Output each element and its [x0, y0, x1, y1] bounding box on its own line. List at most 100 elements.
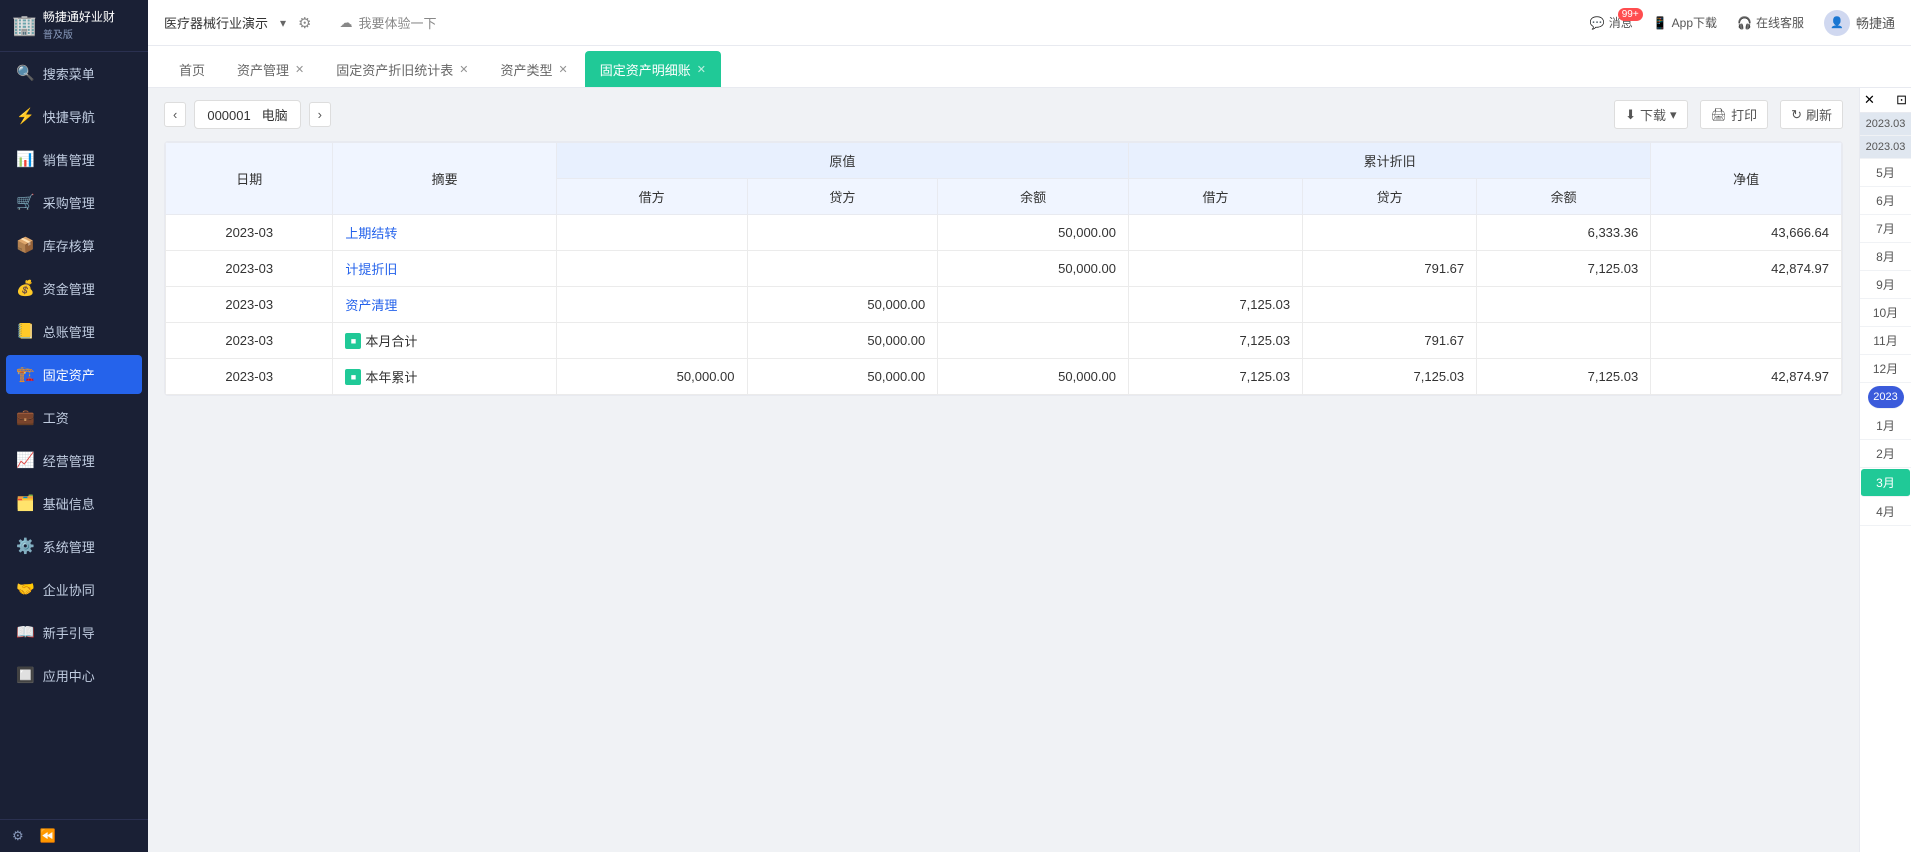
- sidebar-item-cooperation[interactable]: 🤝 企业协同: [0, 568, 148, 611]
- quick-nav-icon: ⚡: [16, 107, 35, 125]
- cell-date: 2023-03: [166, 323, 333, 359]
- sidebar-item-operations[interactable]: 📈 经营管理: [0, 439, 148, 482]
- prev-months: 5月6月7月8月9月10月11月12月: [1860, 159, 1911, 383]
- download-btn[interactable]: 📱 App下载: [1653, 14, 1717, 31]
- time-item-10月[interactable]: 10月: [1860, 299, 1911, 327]
- tab-close-icon[interactable]: ✕: [697, 63, 706, 76]
- ledger-icon: 📒: [16, 322, 35, 340]
- panel-close-icon[interactable]: ✕: [1864, 92, 1875, 108]
- sidebar-nav: 🔍 搜索菜单 ⚡ 快捷导航 📊 销售管理 🛒 采购管理 📦 库存核算 💰 资金管…: [0, 52, 148, 819]
- time-item-5月[interactable]: 5月: [1860, 159, 1911, 187]
- year-header-1: 2023.03: [1860, 113, 1911, 136]
- tab-label: 首页: [179, 60, 205, 79]
- sidebar-item-purchase[interactable]: 🛒 采购管理: [0, 181, 148, 224]
- table-row: 2023-03 ■ 本年累计 50,000.00 50,000.00 50,00…: [166, 359, 1842, 395]
- time-item-8月[interactable]: 8月: [1860, 243, 1911, 271]
- year-active-badge[interactable]: 2023: [1868, 386, 1904, 409]
- message-btn[interactable]: 💬 消息 99+: [1590, 14, 1633, 31]
- cell-acc-balance: [1477, 323, 1651, 359]
- toolbar-right-actions: ⬇ 下载 ▾ 🖨 打印 ↻ 刷新: [1614, 100, 1843, 129]
- tab-close-icon[interactable]: ✕: [559, 63, 568, 76]
- time-item-9月[interactable]: 9月: [1860, 271, 1911, 299]
- experience-btn[interactable]: ☁ 我要体验一下: [340, 13, 437, 32]
- cell-acc-credit: [1303, 287, 1477, 323]
- fixed-assets-icon: 🏗️: [16, 365, 35, 383]
- cell-acc-balance: 7,125.03: [1477, 251, 1651, 287]
- company-dropdown-icon[interactable]: ▾: [280, 16, 286, 30]
- prev-arrow-btn[interactable]: ‹: [164, 102, 186, 127]
- cell-acc-debit: 7,125.03: [1128, 287, 1302, 323]
- sidebar-item-label: 库存核算: [43, 236, 95, 255]
- sidebar-item-app-center[interactable]: 🔲 应用中心: [0, 654, 148, 697]
- cell-summary[interactable]: 上期结转: [333, 215, 556, 251]
- sidebar-item-capital[interactable]: 💰 资金管理: [0, 267, 148, 310]
- summary-icon: ■: [345, 369, 361, 385]
- sidebar-item-guide[interactable]: 📖 新手引导: [0, 611, 148, 654]
- sidebar-item-payroll[interactable]: 💼 工资: [0, 396, 148, 439]
- tab-asset-detail[interactable]: 固定资产明细账✕: [585, 51, 721, 87]
- sidebar-item-search[interactable]: 🔍 搜索菜单: [0, 52, 148, 95]
- cell-summary-text[interactable]: 资产清理: [345, 298, 397, 313]
- settings-gear-icon[interactable]: ⚙: [298, 14, 311, 32]
- panel-expand-icon[interactable]: ⊡: [1896, 92, 1907, 108]
- time-item-12月[interactable]: 12月: [1860, 355, 1911, 383]
- col-date: 日期: [166, 143, 333, 215]
- user-avatar: 👤: [1824, 10, 1850, 36]
- time-item-6月[interactable]: 6月: [1860, 187, 1911, 215]
- cell-acc-balance: 6,333.36: [1477, 215, 1651, 251]
- sidebar-item-basic-info[interactable]: 🗂️ 基础信息: [0, 482, 148, 525]
- sidebar-item-system[interactable]: ⚙️ 系统管理: [0, 525, 148, 568]
- service-icon: 🎧: [1737, 16, 1752, 30]
- time-item-7月[interactable]: 7月: [1860, 215, 1911, 243]
- refresh-label: 刷新: [1806, 105, 1832, 124]
- tab-close-icon[interactable]: ✕: [295, 63, 304, 76]
- tab-depreciation-stat[interactable]: 固定资产折旧统计表✕: [321, 51, 483, 87]
- sidebar-item-inventory[interactable]: 📦 库存核算: [0, 224, 148, 267]
- settings-icon[interactable]: ⚙: [12, 828, 24, 844]
- main-area: 医疗器械行业演示 ▾ ⚙ ☁ 我要体验一下 💬 消息 99+ 📱 App下载 🎧: [148, 0, 1911, 852]
- time-item-curr-1月[interactable]: 1月: [1860, 412, 1911, 440]
- tab-asset-type[interactable]: 资产类型✕: [485, 51, 582, 87]
- cell-orig-debit: 50,000.00: [556, 359, 747, 395]
- refresh-btn[interactable]: ↻ 刷新: [1780, 100, 1843, 129]
- cell-orig-balance: [938, 287, 1129, 323]
- sidebar-item-label: 固定资产: [43, 365, 95, 384]
- toolbar-row: ‹ 000001 电脑 › ⬇ 下载 ▾ 🖨: [164, 100, 1843, 129]
- tab-asset-mgmt[interactable]: 资产管理✕: [222, 51, 319, 87]
- collapse-icon[interactable]: ⏪: [40, 828, 56, 844]
- cell-orig-debit: [556, 323, 747, 359]
- sidebar-item-fixed-assets[interactable]: 🏗️ 固定资产: [6, 355, 142, 394]
- sidebar-item-label: 经营管理: [43, 451, 95, 470]
- cell-summary-text[interactable]: 计提折旧: [345, 262, 397, 277]
- sidebar: 🏢 畅捷通好业财 普及版 🔍 搜索菜单 ⚡ 快捷导航 📊 销售管理 🛒 采购管理…: [0, 0, 148, 852]
- tab-close-icon[interactable]: ✕: [459, 63, 468, 76]
- time-item-curr-3月[interactable]: 3月: [1861, 469, 1910, 497]
- app-name: 畅捷通好业财: [43, 10, 115, 26]
- cell-summary[interactable]: 资产清理: [333, 287, 556, 323]
- user-info[interactable]: 👤 畅捷通: [1824, 10, 1895, 36]
- cell-date: 2023-03: [166, 359, 333, 395]
- cell-acc-debit: [1128, 215, 1302, 251]
- sidebar-item-ledger[interactable]: 📒 总账管理: [0, 310, 148, 353]
- print-btn[interactable]: 🖨 打印: [1700, 100, 1769, 129]
- next-arrow-btn[interactable]: ›: [309, 102, 331, 127]
- cell-summary[interactable]: 计提折旧: [333, 251, 556, 287]
- sidebar-item-label: 基础信息: [43, 494, 95, 513]
- sidebar-item-quick-nav[interactable]: ⚡ 快捷导航: [0, 95, 148, 138]
- time-item-curr-2月[interactable]: 2月: [1860, 440, 1911, 468]
- tab-home[interactable]: 首页: [164, 51, 220, 87]
- cell-summary-text[interactable]: 上期结转: [345, 226, 397, 241]
- cloud-icon: ☁: [340, 15, 353, 31]
- cell-acc-balance: [1477, 287, 1651, 323]
- download-btn[interactable]: ⬇ 下载 ▾: [1614, 100, 1687, 129]
- asset-badge: 000001 电脑: [194, 100, 300, 129]
- service-btn[interactable]: 🎧 在线客服: [1737, 14, 1804, 31]
- time-item-11月[interactable]: 11月: [1860, 327, 1911, 355]
- time-item-curr-4月[interactable]: 4月: [1860, 498, 1911, 526]
- refresh-icon: ↻: [1791, 107, 1802, 123]
- cell-date: 2023-03: [166, 287, 333, 323]
- sidebar-item-sales[interactable]: 📊 销售管理: [0, 138, 148, 181]
- cell-net-value: 42,874.97: [1651, 359, 1842, 395]
- cell-net-value: 43,666.64: [1651, 215, 1842, 251]
- sidebar-item-label: 快捷导航: [43, 107, 95, 126]
